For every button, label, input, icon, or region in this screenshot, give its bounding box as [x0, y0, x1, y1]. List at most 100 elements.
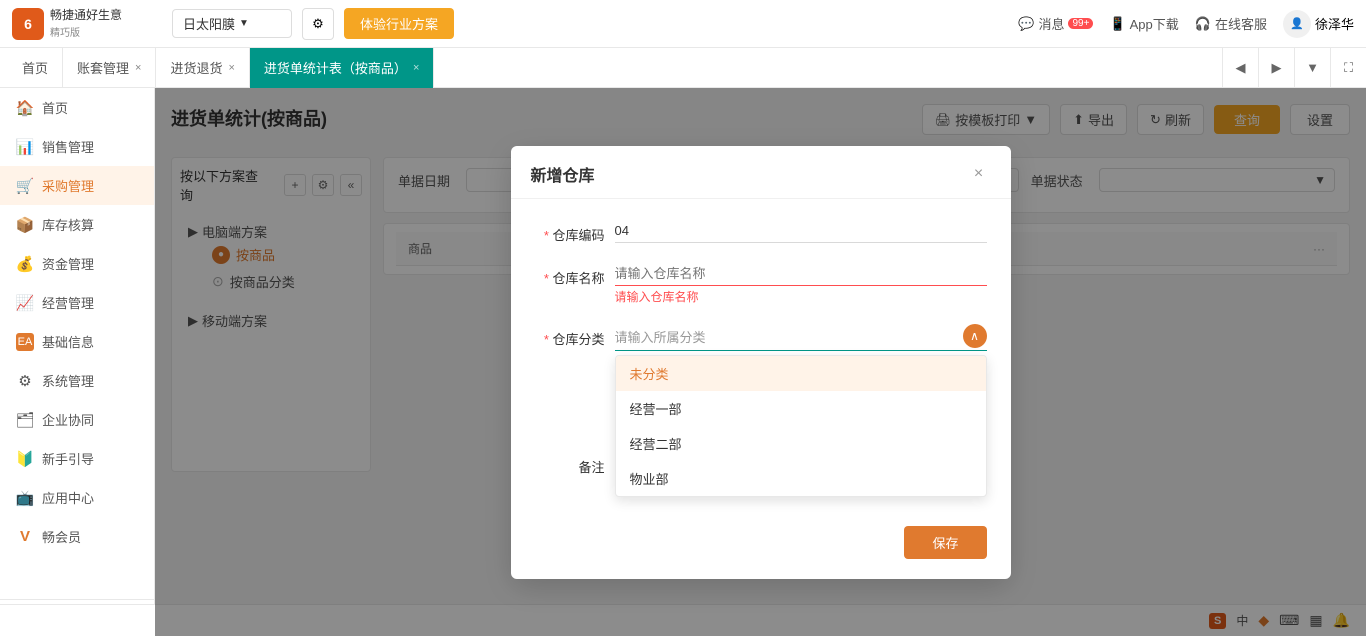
name-label: 仓库名称 [535, 262, 605, 287]
modal-close-button[interactable]: × [967, 162, 991, 186]
modal-body: 仓库编码 仓库名称 请输入仓库名称 [511, 199, 1011, 514]
code-label: 仓库编码 [535, 219, 605, 244]
tab-expand[interactable]: ⛶ [1330, 48, 1366, 88]
tab-scroll-left[interactable]: ◀ [1222, 48, 1258, 88]
sidebar-item-home[interactable]: 🏠 首页 [0, 88, 154, 127]
content-area: 进货单统计(按商品) 🖨 按模板打印 ▼ ⬆ 导出 ↻ 刷新 查询 设置 [155, 88, 1366, 636]
basic-icon: EA [16, 333, 34, 351]
operation-icon: 📈 [16, 294, 34, 312]
sales-icon: 📊 [16, 138, 34, 156]
inventory-icon: 📦 [16, 216, 34, 234]
tab-menu[interactable]: ▼ [1294, 48, 1330, 88]
tab-scroll-right[interactable]: ▶ [1258, 48, 1294, 88]
category-dropdown[interactable]: 请输入所属分类 ∧ [615, 323, 987, 351]
tab-purchase-stats-label: 进货单统计表（按商品） [264, 58, 407, 77]
modal-header: 新增仓库 × [511, 146, 1011, 199]
tab-account-label: 账套管理 [77, 58, 129, 77]
category-label: 仓库分类 [535, 323, 605, 348]
messages-item[interactable]: 💬 消息 99+ [1018, 14, 1093, 33]
modal-footer: 保存 [511, 514, 1011, 579]
add-warehouse-modal: 新增仓库 × 仓库编码 仓库名称 [511, 146, 1011, 579]
code-field-row: 仓库编码 [535, 219, 987, 244]
logo-text: 畅捷通好生意 [50, 8, 122, 24]
name-input[interactable] [615, 262, 987, 286]
message-badge: 99+ [1068, 18, 1093, 29]
sidebar-vip-label: 畅会员 [42, 527, 81, 546]
tab-purchase-stats[interactable]: 进货单统计表（按商品） × [250, 48, 434, 88]
gear-icon: ⚙ [312, 16, 324, 32]
sidebar-item-system[interactable]: ⚙ 系统管理 [0, 361, 154, 400]
tab-home[interactable]: 首页 [8, 48, 63, 88]
sidebar-inventory-label: 库存核算 [42, 215, 94, 234]
sidebar-item-basic[interactable]: EA 基础信息 [0, 322, 154, 361]
username: 徐泽华 [1315, 14, 1354, 33]
store-selector[interactable]: 日太阳膜 ▼ [172, 9, 292, 38]
sidebar-appcenter-label: 应用中心 [42, 488, 94, 507]
sidebar-item-sales[interactable]: 📊 销售管理 [0, 127, 154, 166]
option-dept2[interactable]: 经营二部 [616, 426, 986, 461]
category-chevron-icon[interactable]: ∧ [963, 324, 987, 348]
category-input-wrapper: 请输入所属分类 ∧ 未分类 经营一部 经营二部 物业部 [615, 323, 987, 351]
sidebar-home-label: 首页 [42, 98, 68, 117]
name-input-wrapper: 请输入仓库名称 [615, 262, 987, 305]
note-label: 备注 [535, 451, 605, 476]
tab-account-close[interactable]: × [135, 62, 141, 74]
option-uncategorized[interactable]: 未分类 [616, 356, 986, 391]
sidebar-operation-label: 经营管理 [42, 293, 94, 312]
trial-button[interactable]: 体验行业方案 [344, 8, 454, 39]
tab-purchase-return-close[interactable]: × [228, 62, 234, 74]
modal-overlay: 新增仓库 × 仓库编码 仓库名称 [155, 88, 1366, 636]
app-download-item[interactable]: 📱 App下载 [1109, 14, 1178, 33]
tab-purchase-return-label: 进货退货 [170, 58, 222, 77]
sidebar-purchase-label: 采购管理 [42, 176, 94, 195]
sidebar-item-appcenter[interactable]: 📺 应用中心 [0, 478, 154, 517]
header-right: 💬 消息 99+ 📱 App下载 🎧 在线客服 👤 徐泽华 [1018, 10, 1354, 38]
code-input[interactable] [615, 219, 987, 243]
tab-purchase-stats-close[interactable]: × [413, 62, 419, 74]
option-property[interactable]: 物业部 [616, 461, 986, 496]
logo-icon: 6 [12, 8, 44, 40]
tab-purchase-return[interactable]: 进货退货 × [156, 48, 249, 88]
collab-icon: 🗂 [16, 411, 34, 429]
tab-account[interactable]: 账套管理 × [63, 48, 156, 88]
logo-area: 6 畅捷通好生意 精巧版 [12, 8, 162, 40]
category-field-row: 仓库分类 请输入所属分类 ∧ 未分类 经营一部 经营二部 物业 [535, 323, 987, 351]
online-service-label: 在线客服 [1215, 14, 1267, 33]
user-area[interactable]: 👤 徐泽华 [1283, 10, 1354, 38]
home-icon: 🏠 [16, 99, 34, 117]
guide-icon: 🔰 [16, 450, 34, 468]
modal-title: 新增仓库 [531, 162, 595, 186]
vip-icon: V [16, 528, 34, 546]
sidebar-item-guide[interactable]: 🔰 新手引导 [0, 439, 154, 478]
sidebar-item-finance[interactable]: 💰 资金管理 [0, 244, 154, 283]
store-chevron-icon: ▼ [239, 18, 249, 29]
sidebar-item-collab[interactable]: 🗂 企业协同 [0, 400, 154, 439]
tab-bar: 首页 账套管理 × 进货退货 × 进货单统计表（按商品） × ◀ ▶ ▼ ⛶ [0, 48, 1366, 88]
avatar: 👤 [1283, 10, 1311, 38]
option-dept1[interactable]: 经营一部 [616, 391, 986, 426]
sidebar: 🏠 首页 📊 销售管理 🛒 采购管理 📦 库存核算 💰 资金管理 📈 经营管理 … [0, 88, 155, 636]
tab-controls: ◀ ▶ ▼ ⛶ [1222, 48, 1366, 88]
appcenter-icon: 📺 [16, 489, 34, 507]
messages-label: 消息 [1038, 14, 1064, 33]
code-input-wrapper [615, 219, 987, 243]
main-layout: 🏠 首页 📊 销售管理 🛒 采购管理 📦 库存核算 💰 资金管理 📈 经营管理 … [0, 88, 1366, 636]
headset-icon: 🎧 [1195, 16, 1211, 32]
sidebar-item-operation[interactable]: 📈 经营管理 [0, 283, 154, 322]
sidebar-sales-label: 销售管理 [42, 137, 94, 156]
save-button[interactable]: 保存 [904, 526, 986, 559]
sidebar-item-purchase[interactable]: 🛒 采购管理 [0, 166, 154, 205]
category-placeholder: 请输入所属分类 [615, 327, 706, 346]
sidebar-item-inventory[interactable]: 📦 库存核算 [0, 205, 154, 244]
sidebar-basic-label: 基础信息 [42, 332, 94, 351]
sidebar-collab-label: 企业协同 [42, 410, 94, 429]
gear-button[interactable]: ⚙ [302, 8, 334, 40]
category-dropdown-list: 未分类 经营一部 经营二部 物业部 [615, 355, 987, 497]
logo-sub: 精巧版 [50, 24, 122, 39]
name-error-msg: 请输入仓库名称 [615, 288, 987, 305]
sidebar-item-vip[interactable]: V 畅会员 [0, 517, 154, 556]
online-service-item[interactable]: 🎧 在线客服 [1195, 14, 1267, 33]
message-icon: 💬 [1018, 16, 1034, 32]
system-icon: ⚙ [16, 372, 34, 390]
name-field-row: 仓库名称 请输入仓库名称 [535, 262, 987, 305]
